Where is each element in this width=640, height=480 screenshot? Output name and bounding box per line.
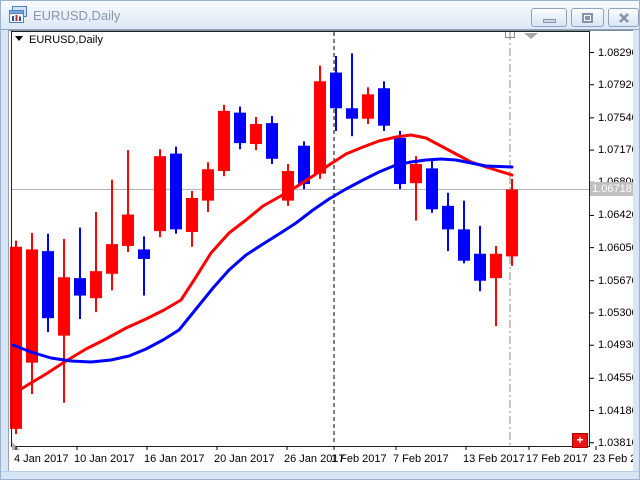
candle bbox=[426, 158, 438, 213]
candle bbox=[170, 146, 182, 234]
time-axis-label: 16 Jan 2017 bbox=[144, 453, 205, 465]
price-axis-label: 1.05670 bbox=[598, 274, 638, 287]
candle bbox=[186, 191, 198, 247]
price-axis-label: 1.06050 bbox=[598, 241, 638, 254]
price-axis-label: 1.04550 bbox=[598, 372, 638, 385]
candle bbox=[490, 245, 502, 327]
candle bbox=[314, 65, 326, 179]
symbol-label[interactable]: EURUSD,Daily bbox=[15, 34, 103, 46]
candle bbox=[26, 232, 38, 394]
candle bbox=[330, 56, 342, 131]
price-axis-label: 1.04180 bbox=[598, 404, 638, 417]
time-axis-label: 13 Feb 2017 bbox=[463, 453, 525, 465]
window-frame-right bbox=[633, 30, 639, 479]
time-axis-label: 7 Feb 2017 bbox=[393, 453, 449, 465]
candle bbox=[154, 149, 166, 238]
candle bbox=[362, 87, 374, 124]
time-axis-label: 1 Feb 2017 bbox=[331, 453, 387, 465]
time-axis-label: 20 Jan 2017 bbox=[214, 453, 275, 465]
price-axis-label: 1.06420 bbox=[598, 209, 638, 222]
candle bbox=[106, 179, 118, 291]
candle bbox=[250, 116, 262, 151]
candle bbox=[410, 156, 422, 221]
window-frame-bottom bbox=[1, 471, 639, 479]
price-axis-label: 1.07170 bbox=[598, 144, 638, 157]
current-price-tag: 1.06718 bbox=[590, 182, 634, 197]
candle bbox=[394, 130, 406, 190]
candle bbox=[442, 192, 454, 252]
plot-border bbox=[11, 31, 590, 447]
price-axis-label: 1.07540 bbox=[598, 111, 638, 124]
candle bbox=[234, 106, 246, 150]
price-axis-label: 1.04930 bbox=[598, 339, 638, 352]
time-axis-label: 4 Jan 2017 bbox=[14, 453, 69, 465]
candle bbox=[138, 236, 150, 296]
candle bbox=[474, 225, 486, 292]
chart-window: EURUSD,Daily EURUSD,Daily 1.08290 1.07920… bbox=[0, 0, 640, 480]
price-axis-label: 1.07920 bbox=[598, 78, 638, 91]
plus-button[interactable]: + bbox=[572, 433, 588, 448]
price-axis-label: 1.05300 bbox=[598, 306, 638, 319]
chevron-down-icon bbox=[15, 36, 23, 41]
price-axis-label: 1.08290 bbox=[598, 46, 638, 59]
candle bbox=[202, 162, 214, 212]
candle bbox=[378, 81, 390, 131]
candle bbox=[74, 227, 86, 320]
time-axis-label: 17 Feb 2017 bbox=[526, 453, 588, 465]
candle bbox=[218, 104, 230, 177]
candle bbox=[506, 178, 518, 266]
price-axis-label: 1.03810 bbox=[598, 436, 638, 449]
candle bbox=[122, 150, 134, 253]
chart-plot-area[interactable] bbox=[1, 1, 640, 480]
candle bbox=[58, 238, 70, 403]
candle bbox=[42, 233, 54, 333]
scroll-position-triangle-icon[interactable] bbox=[524, 33, 538, 39]
candle bbox=[458, 200, 470, 264]
candle bbox=[266, 116, 278, 165]
candle bbox=[282, 164, 294, 206]
candle bbox=[90, 211, 102, 313]
candle bbox=[346, 53, 358, 137]
time-axis-label: 10 Jan 2017 bbox=[74, 453, 135, 465]
